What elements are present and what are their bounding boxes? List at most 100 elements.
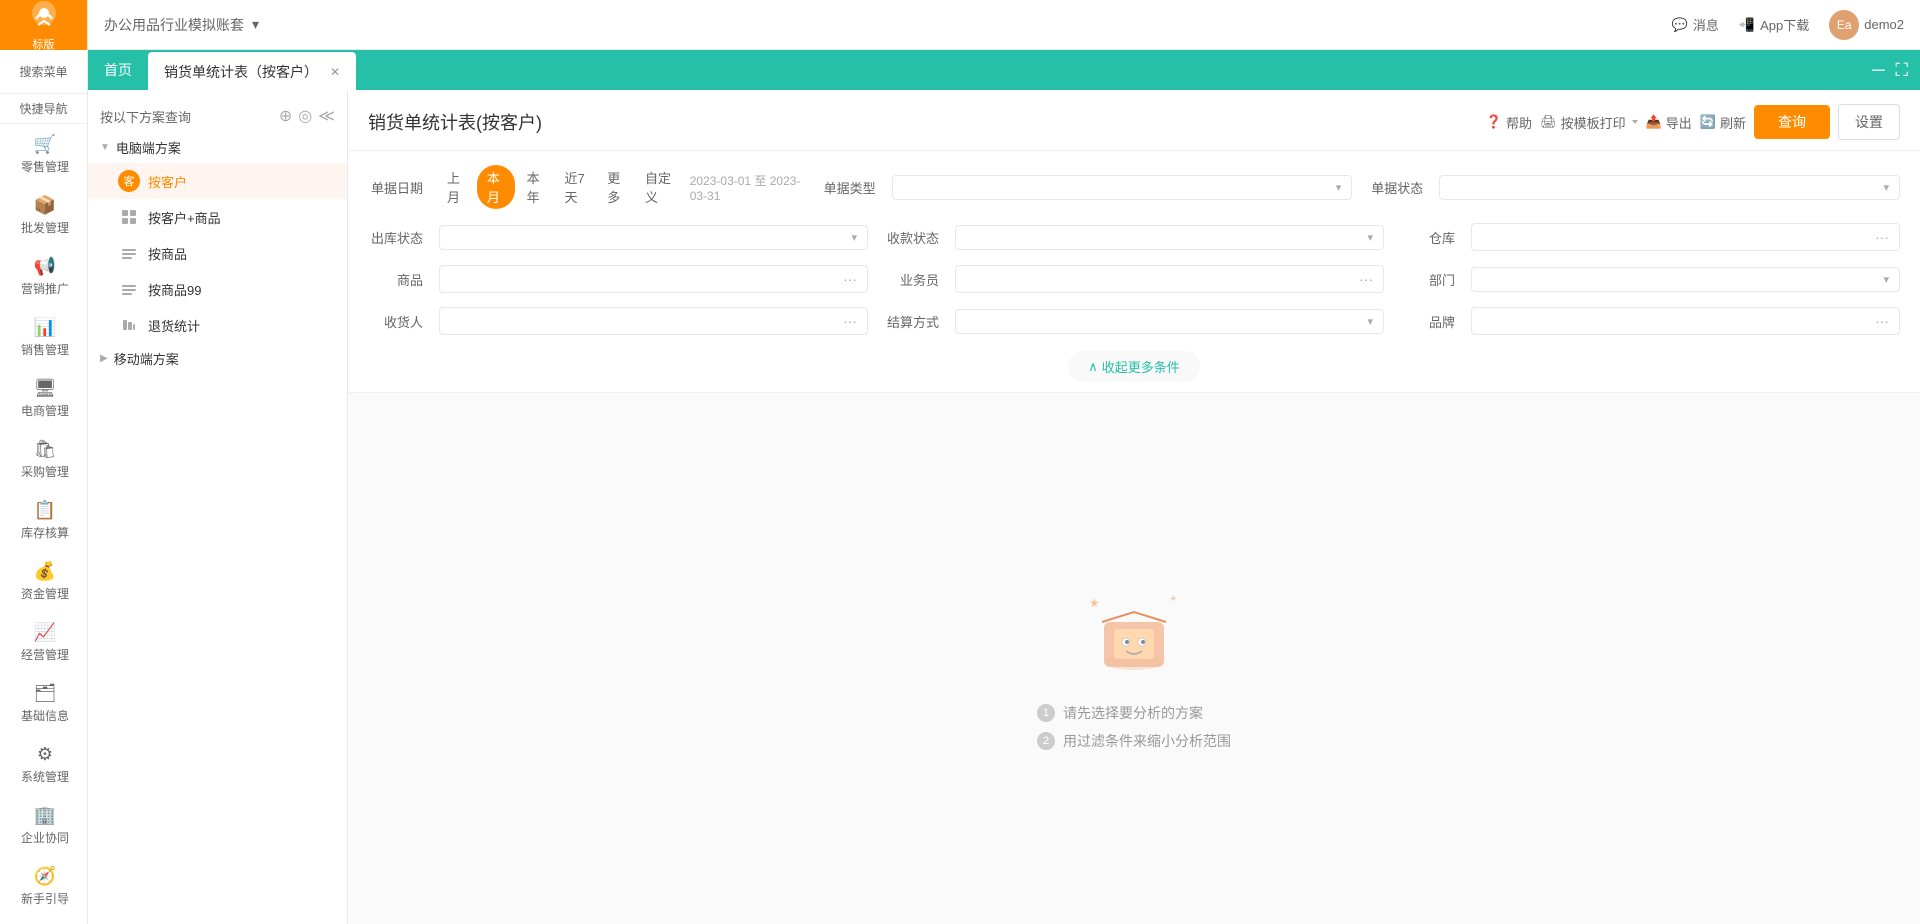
- wholesale-icon: 📦: [34, 195, 56, 216]
- ecommerce-icon: 🖥: [34, 378, 57, 399]
- date-tab-more[interactable]: 更多: [599, 165, 633, 209]
- desktop-group-header[interactable]: ▼ 电脑端方案: [88, 132, 347, 163]
- print-action[interactable]: 🖨 按模板打印: [1540, 113, 1638, 132]
- sidebar-item-enterprise[interactable]: 🏢 企业协同: [0, 795, 87, 856]
- date-tab-this-year[interactable]: 本年: [519, 165, 553, 209]
- edit-scheme-icon[interactable]: ◎: [298, 106, 312, 126]
- warehouse-filter[interactable]: ···: [1471, 223, 1900, 251]
- tab-minimize-icon[interactable]: －: [1869, 57, 1887, 83]
- scheme-customer-product-label: 按客户+商品: [148, 208, 221, 227]
- settlement-arrow: ▾: [1367, 315, 1373, 328]
- sidebar-item-finance-label: 资金管理: [21, 585, 69, 602]
- topbar-user[interactable]: Ea demo2: [1829, 10, 1904, 40]
- tab-close-icon[interactable]: ✕: [330, 65, 340, 79]
- search-menu-label[interactable]: 搜索菜单: [19, 58, 67, 85]
- sidebar-item-ecommerce-label: 电商管理: [21, 402, 69, 419]
- mobile-group-arrow: ▶: [100, 353, 108, 364]
- sidebar-item-purchase[interactable]: 🛍 采购管理: [0, 429, 87, 490]
- sidebar-nav: 🛒 零售管理 📦 批发管理 📢 营销推广 📊 销售管理 🖥 电商管理 🛍 采购管…: [0, 124, 87, 924]
- empty-hint-2-text: 用过滤条件来缩小分析范围: [1063, 731, 1231, 751]
- sidebar-item-finance[interactable]: 💰 资金管理: [0, 551, 87, 612]
- date-tab-last-month[interactable]: 上月: [439, 165, 473, 209]
- out-status-arrow: ▾: [851, 231, 857, 244]
- date-tab-custom[interactable]: 自定义: [637, 165, 680, 209]
- product-99-icon: [118, 278, 140, 300]
- shortcut-nav-label[interactable]: 快捷导航: [19, 102, 67, 116]
- filter-row-2: 出库状态 ▾ 收款状态 ▾ 仓库 ···: [368, 223, 1900, 251]
- topbar-right: 💬 消息 📲 App下载 Ea demo2: [1672, 10, 1904, 40]
- out-status-label: 出库状态: [368, 228, 423, 247]
- salesperson-filter[interactable]: ···: [955, 265, 1384, 293]
- print-dropdown-arrow[interactable]: [1632, 120, 1638, 124]
- setting-button[interactable]: 设置: [1838, 104, 1900, 140]
- sidebar-item-inventory[interactable]: 📋 库存核算: [0, 490, 87, 551]
- scheme-item-by-product[interactable]: 按商品: [88, 235, 347, 271]
- department-label: 部门: [1400, 270, 1455, 289]
- brand-label: 品牌: [1400, 312, 1455, 331]
- settlement-filter[interactable]: ▾: [955, 309, 1384, 334]
- collapse-button[interactable]: ∧ 收起更多条件: [1068, 351, 1200, 382]
- sidebar-item-basic[interactable]: 🗂 基础信息: [0, 673, 87, 734]
- topbar-app-download[interactable]: 📲 App下载: [1739, 15, 1809, 34]
- empty-hint-1: 1 请先选择要分析的方案: [1037, 703, 1231, 723]
- sidebar-item-wholesale-label: 批发管理: [21, 219, 69, 236]
- sidebar-item-guide[interactable]: 🧭 新手引导: [0, 856, 87, 917]
- sidebar-item-guide-label: 新手引导: [21, 890, 69, 907]
- topbar-message[interactable]: 💬 消息: [1672, 15, 1719, 34]
- out-status-filter[interactable]: ▾: [439, 225, 868, 250]
- brand-filter[interactable]: ···: [1471, 307, 1900, 335]
- add-scheme-icon[interactable]: ⊕: [279, 106, 292, 126]
- sidebar-search-section[interactable]: 搜索菜单: [0, 50, 87, 94]
- print-icon: 🖨: [1540, 114, 1557, 130]
- doc-status-arrow: ▾: [1883, 181, 1889, 194]
- recipient-label: 收货人: [368, 312, 423, 331]
- topbar-left: 办公用品行业模拟账套 ▾: [104, 15, 259, 35]
- product-filter[interactable]: ···: [439, 265, 868, 293]
- user-name: demo2: [1864, 17, 1904, 32]
- hint-num-1: 1: [1037, 704, 1055, 722]
- enterprise-icon: 🏢: [34, 805, 56, 826]
- scheme-item-customer-product[interactable]: 按客户+商品: [88, 199, 347, 235]
- app-download-icon: 📲: [1739, 17, 1755, 33]
- topbar-dropdown-arrow[interactable]: ▾: [252, 16, 259, 33]
- scheme-item-product-99[interactable]: 按商品99: [88, 271, 347, 307]
- doc-type-filter[interactable]: ▾: [892, 175, 1353, 200]
- desktop-scheme-group: ▼ 电脑端方案 客 按客户 按客户+商品 按商: [88, 132, 347, 343]
- sidebar-item-operations[interactable]: 📈 经营管理: [0, 612, 87, 673]
- svg-text:·: ·: [1094, 625, 1097, 634]
- help-action[interactable]: ❓ 帮助: [1486, 113, 1532, 132]
- sidebar-item-retail[interactable]: 🛒 零售管理: [0, 124, 87, 185]
- sidebar-item-system[interactable]: ⚙ 系统管理: [0, 734, 87, 795]
- sidebar-item-ecommerce[interactable]: 🖥 电商管理: [0, 368, 87, 429]
- date-tab-this-month[interactable]: 本月: [477, 165, 515, 209]
- scheme-item-return-stat[interactable]: 退货统计: [88, 307, 347, 343]
- tab-maximize-icon[interactable]: ⛶: [1895, 60, 1908, 81]
- filter-row-3: 商品 ··· 业务员 ··· 部门 ▾: [368, 265, 1900, 293]
- topbar-title: 办公用品行业模拟账套: [104, 15, 244, 35]
- marketing-icon: 📢: [34, 256, 56, 277]
- date-tab-7days[interactable]: 近7天: [556, 165, 595, 209]
- right-content: 销货单统计表(按客户) ❓ 帮助 🖨 按模板打印 📤 导出: [348, 90, 1920, 924]
- sidebar-item-marketing[interactable]: 📢 营销推广: [0, 246, 87, 307]
- department-filter[interactable]: ▾: [1471, 267, 1900, 292]
- receipt-status-filter[interactable]: ▾: [955, 225, 1384, 250]
- scheme-product-99-label: 按商品99: [148, 280, 201, 299]
- export-action[interactable]: 📤 导出: [1646, 113, 1692, 132]
- recipient-filter[interactable]: ···: [439, 307, 868, 335]
- doc-status-filter[interactable]: ▾: [1439, 175, 1900, 200]
- query-button[interactable]: 查询: [1754, 105, 1830, 139]
- sidebar-item-sales[interactable]: 📊 销售管理: [0, 307, 87, 368]
- collapse-panel-icon[interactable]: ≪: [318, 106, 335, 126]
- svg-text:★: ★: [1089, 596, 1100, 610]
- refresh-action[interactable]: 🔄 刷新: [1700, 113, 1746, 132]
- settlement-label: 结算方式: [884, 312, 939, 331]
- mobile-group-header[interactable]: ▶ 移动端方案: [88, 343, 347, 374]
- sidebar-item-wholesale[interactable]: 📦 批发管理: [0, 185, 87, 246]
- avatar: Ea: [1829, 10, 1859, 40]
- tab-sales-stat[interactable]: 销货单统计表（按客户） ✕: [148, 52, 356, 92]
- scheme-by-customer-label: 按客户: [148, 172, 187, 191]
- scheme-item-by-customer[interactable]: 客 按客户: [88, 163, 347, 199]
- sidebar-item-sales-label: 销售管理: [21, 341, 69, 358]
- tab-home[interactable]: 首页: [88, 50, 148, 90]
- sidebar-item-appcenter[interactable]: 📱 应用中心: [0, 917, 87, 924]
